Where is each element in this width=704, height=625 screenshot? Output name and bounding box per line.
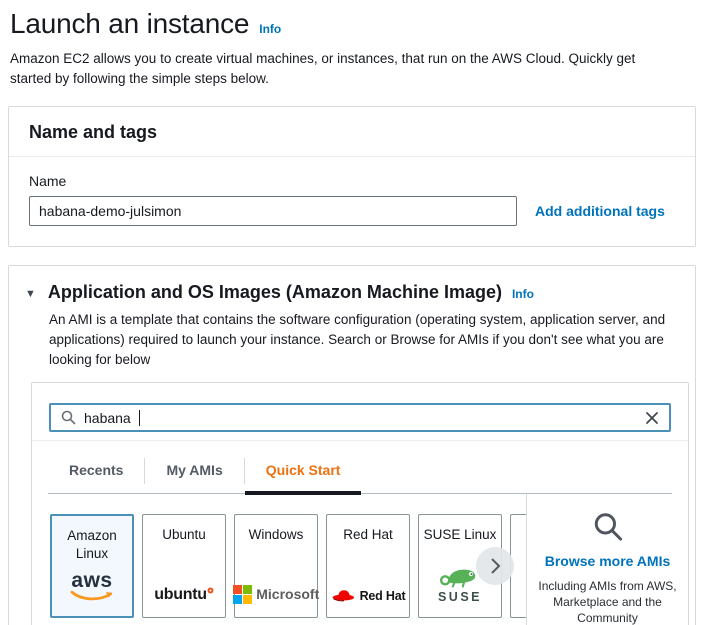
browse-more-amis-description: Including AMIs from AWS, Marketplace and…: [537, 578, 679, 625]
ami-search-area: habana: [32, 383, 688, 441]
browse-more-amis-link[interactable]: Browse more AMIs: [545, 553, 671, 569]
tab-my-amis[interactable]: My AMIs: [145, 449, 243, 493]
launch-instance-page: Launch an instance Info Amazon EC2 allow…: [0, 0, 704, 625]
os-cards-carousel: Amazon Linux aws Ubuntu: [32, 494, 526, 625]
ubuntu-logo-icon: ubuntu: [154, 586, 213, 604]
page-description: Amazon EC2 allows you to create virtual …: [10, 49, 678, 89]
os-cards-area: Amazon Linux aws Ubuntu: [32, 494, 688, 625]
add-additional-tags-link[interactable]: Add additional tags: [535, 203, 665, 219]
name-field-label: Name: [29, 173, 675, 189]
name-and-tags-header: Name and tags: [9, 107, 695, 157]
text-cursor: [139, 410, 140, 426]
chevron-right-icon: [490, 557, 501, 575]
ami-picker-panel: habana Recents My AMIs Quic: [31, 382, 689, 625]
clear-search-button[interactable]: [645, 411, 659, 425]
ami-search-input[interactable]: habana: [49, 403, 671, 432]
ami-section-info-link[interactable]: Info: [512, 287, 534, 301]
microsoft-logo-icon: Microsoft: [233, 585, 320, 605]
page-header: Launch an instance Info: [8, 8, 696, 40]
browse-more-amis-column: Browse more AMIs Including AMIs from AWS…: [526, 494, 688, 625]
os-card-label: Red Hat: [340, 515, 396, 544]
name-and-tags-title: Name and tags: [29, 122, 675, 143]
search-icon: [61, 410, 76, 425]
os-card-amazon-linux[interactable]: Amazon Linux aws: [50, 514, 134, 618]
aws-logo-icon: aws: [69, 572, 115, 603]
instance-name-input[interactable]: [29, 196, 517, 226]
page-title-info-link[interactable]: Info: [259, 22, 281, 36]
name-and-tags-section: Name and tags Name Add additional tags: [8, 106, 696, 247]
ami-section: ▼ Application and OS Images (Amazon Mach…: [8, 265, 696, 625]
tab-recents[interactable]: Recents: [48, 449, 144, 493]
ami-search-value: habana: [84, 410, 131, 426]
os-card-red-hat[interactable]: Red Hat Red Hat: [326, 514, 410, 618]
ami-section-title: Application and OS Images (Amazon Machin…: [48, 282, 502, 303]
page-title: Launch an instance: [10, 8, 249, 40]
red-hat-logo-icon: Red Hat: [331, 587, 406, 604]
close-icon: [645, 411, 659, 425]
browse-search-icon: [589, 510, 627, 543]
name-and-tags-body: Name Add additional tags: [9, 157, 695, 246]
os-card-label: Ubuntu: [159, 515, 209, 544]
os-card-label: Amazon Linux: [52, 516, 132, 563]
os-card-ubuntu[interactable]: Ubuntu ubuntu: [142, 514, 226, 618]
tab-quick-start[interactable]: Quick Start: [245, 449, 362, 493]
collapse-caret-icon[interactable]: ▼: [25, 288, 36, 300]
carousel-next-button[interactable]: [476, 547, 514, 585]
os-card-label: Windows: [246, 515, 307, 544]
ami-tabs: Recents My AMIs Quick Start: [48, 449, 672, 494]
ami-section-description: An AMI is a template that contains the s…: [49, 310, 681, 370]
os-card-label: SUSE Linux: [421, 515, 500, 544]
os-card-windows[interactable]: Windows Microsoft: [234, 514, 318, 618]
